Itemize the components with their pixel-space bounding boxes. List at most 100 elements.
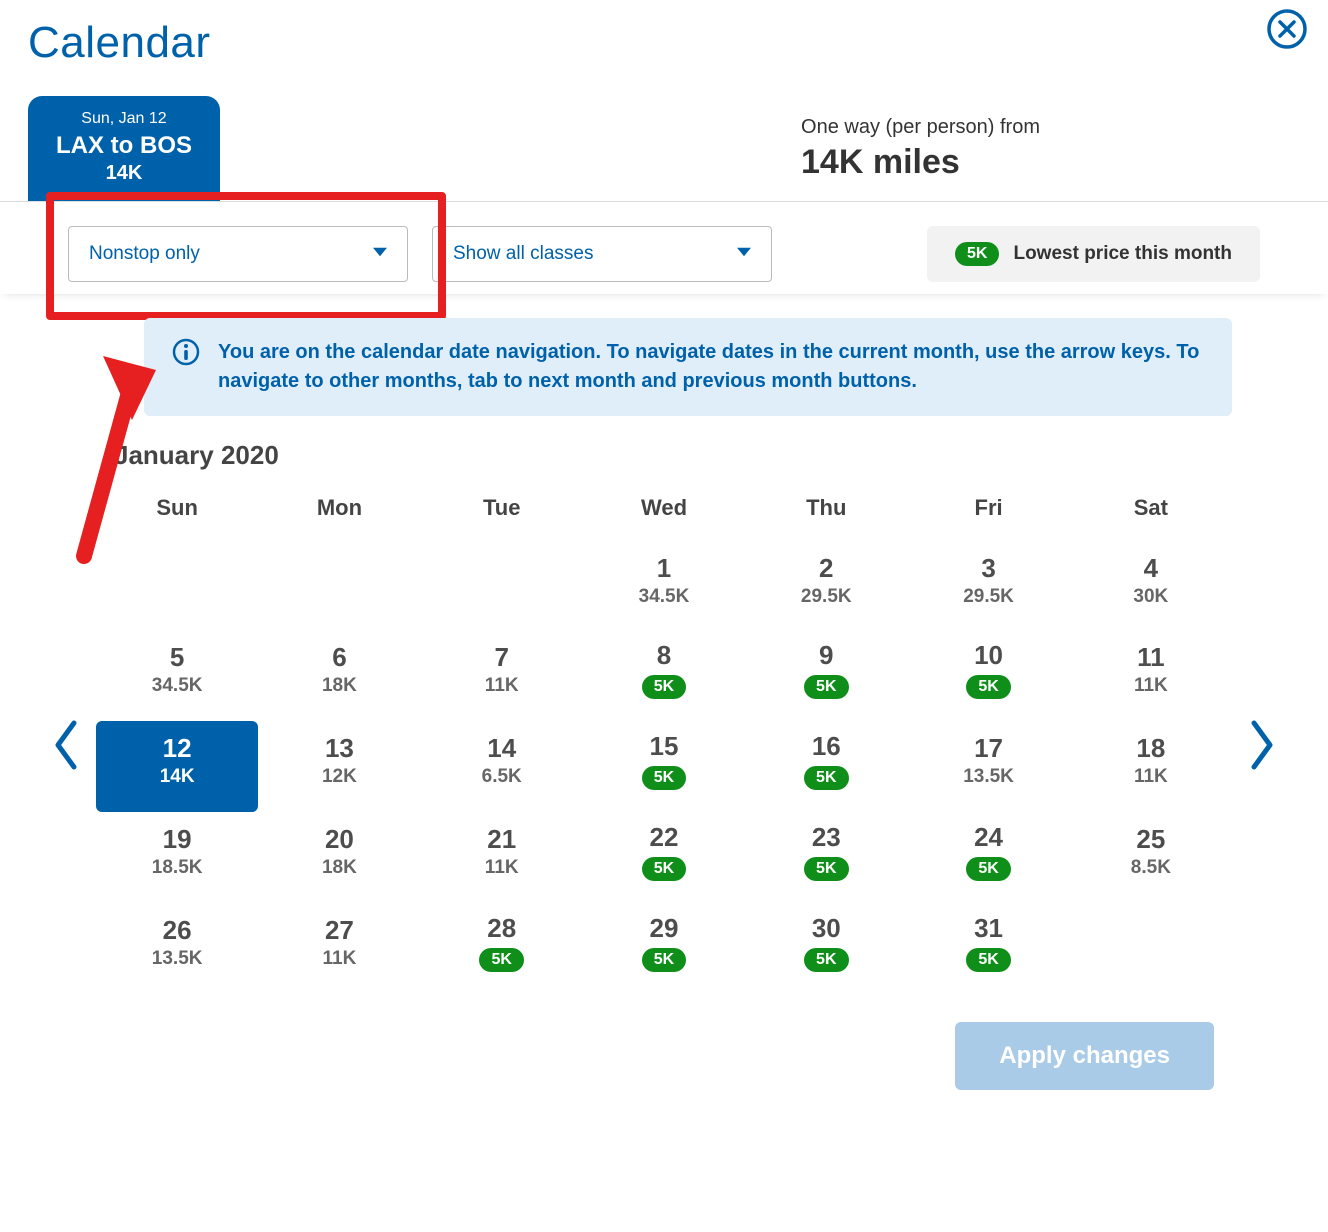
calendar-day[interactable]: 1811K — [1070, 721, 1232, 812]
calendar-day[interactable]: 2613.5K — [96, 903, 258, 994]
day-price-pill: 5K — [642, 948, 686, 972]
calendar-day[interactable]: 105K — [907, 630, 1069, 721]
day-price-pill: 5K — [966, 675, 1010, 699]
weekday-header: Thu — [745, 485, 907, 543]
stops-dropdown[interactable]: Nonstop only — [68, 226, 408, 282]
day-price: 34.5K — [152, 675, 203, 697]
day-number: 24 — [974, 822, 1003, 853]
day-number: 11 — [1137, 642, 1165, 673]
calendar-day[interactable]: 1214K — [96, 721, 258, 812]
weekday-header: Wed — [583, 485, 745, 543]
route-tab[interactable]: Sun, Jan 12 LAX to BOS 14K — [28, 96, 220, 201]
day-number: 7 — [494, 642, 508, 673]
weekday-header: Fri — [907, 485, 1069, 543]
info-text: You are on the calendar date navigation.… — [218, 338, 1204, 396]
day-price: 11K — [485, 675, 519, 697]
calendar-day[interactable]: 1111K — [1070, 630, 1232, 721]
weekday-header: Mon — [258, 485, 420, 543]
day-number: 9 — [819, 640, 833, 671]
day-number: 15 — [650, 731, 679, 762]
day-number: 28 — [487, 913, 516, 944]
day-price: 14K — [160, 766, 195, 788]
day-price: 13.5K — [963, 766, 1014, 788]
stops-dropdown-label: Nonstop only — [89, 243, 200, 265]
calendar-day[interactable]: 95K — [745, 630, 907, 721]
day-price: 34.5K — [639, 586, 690, 608]
calendar-day[interactable]: 618K — [258, 630, 420, 721]
calendar-day[interactable]: 2018K — [258, 812, 420, 903]
day-price: 13.5K — [152, 948, 203, 970]
prev-month-button[interactable] — [52, 719, 80, 776]
day-number: 17 — [974, 733, 1003, 764]
day-price: 29.5K — [963, 586, 1014, 608]
route-date: Sun, Jan 12 — [56, 110, 192, 128]
price-summary-label: One way (per person) from — [801, 116, 1040, 139]
calendar-day[interactable]: 258.5K — [1070, 812, 1232, 903]
weekday-header: Sat — [1070, 485, 1232, 543]
day-price: 30K — [1133, 586, 1168, 608]
next-month-button[interactable] — [1248, 719, 1276, 776]
chevron-down-icon — [737, 243, 751, 265]
day-number: 26 — [163, 915, 192, 946]
calendar-day[interactable]: 534.5K — [96, 630, 258, 721]
apply-changes-button[interactable]: Apply changes — [955, 1022, 1214, 1090]
calendar-day[interactable]: 295K — [583, 903, 745, 994]
route-pair: LAX to BOS — [56, 132, 192, 160]
calendar-day[interactable]: 235K — [745, 812, 907, 903]
day-price-pill: 5K — [642, 675, 686, 699]
calendar-day[interactable]: 245K — [907, 812, 1069, 903]
calendar-day[interactable]: 2711K — [258, 903, 420, 994]
weekday-header: Tue — [421, 485, 583, 543]
day-number: 1 — [657, 553, 671, 584]
calendar-day[interactable]: 1918.5K — [96, 812, 258, 903]
calendar-day[interactable]: 1713.5K — [907, 721, 1069, 812]
calendar-day[interactable]: 225K — [583, 812, 745, 903]
day-price: 18K — [322, 675, 357, 697]
calendar-cell-empty — [258, 543, 420, 630]
day-number: 25 — [1136, 824, 1165, 855]
day-price: 11K — [1134, 766, 1168, 788]
day-price-pill: 5K — [804, 675, 848, 699]
calendar-day[interactable]: 1312K — [258, 721, 420, 812]
calendar-day[interactable]: 305K — [745, 903, 907, 994]
day-number: 27 — [325, 915, 354, 946]
day-price: 18.5K — [152, 857, 203, 879]
day-price: 8.5K — [1131, 857, 1171, 879]
calendar-day[interactable]: 711K — [421, 630, 583, 721]
day-number: 22 — [650, 822, 679, 853]
calendar-day[interactable]: 2111K — [421, 812, 583, 903]
day-number: 19 — [163, 824, 192, 855]
day-number: 23 — [812, 822, 841, 853]
calendar-day[interactable]: 165K — [745, 721, 907, 812]
chevron-right-icon — [1248, 758, 1276, 775]
price-summary-value: 14K miles — [801, 143, 1040, 182]
day-price: 18K — [322, 857, 357, 879]
day-number: 30 — [812, 913, 841, 944]
day-price-pill: 5K — [966, 857, 1010, 881]
calendar-day[interactable]: 430K — [1070, 543, 1232, 630]
day-number: 21 — [487, 824, 516, 855]
day-price: 29.5K — [801, 586, 852, 608]
calendar-day[interactable]: 315K — [907, 903, 1069, 994]
page-title: Calendar — [28, 18, 211, 68]
calendar-day[interactable]: 134.5K — [583, 543, 745, 630]
close-button[interactable] — [1266, 10, 1308, 52]
close-icon — [1266, 8, 1308, 55]
weekday-header: Sun — [96, 485, 258, 543]
day-number: 20 — [325, 824, 354, 855]
calendar-day[interactable]: 155K — [583, 721, 745, 812]
day-number: 18 — [1136, 733, 1165, 764]
calendar-day[interactable]: 329.5K — [907, 543, 1069, 630]
day-number: 12 — [163, 733, 192, 764]
lowest-price-text: Lowest price this month — [1013, 243, 1232, 265]
day-price-pill: 5K — [804, 857, 848, 881]
day-number: 2 — [819, 553, 833, 584]
calendar-day[interactable]: 146.5K — [421, 721, 583, 812]
calendar-day[interactable]: 285K — [421, 903, 583, 994]
calendar-day[interactable]: 229.5K — [745, 543, 907, 630]
day-price-pill: 5K — [642, 766, 686, 790]
day-price: 11K — [1134, 675, 1168, 697]
calendar-day[interactable]: 85K — [583, 630, 745, 721]
day-number: 5 — [170, 642, 184, 673]
class-dropdown[interactable]: Show all classes — [432, 226, 772, 282]
